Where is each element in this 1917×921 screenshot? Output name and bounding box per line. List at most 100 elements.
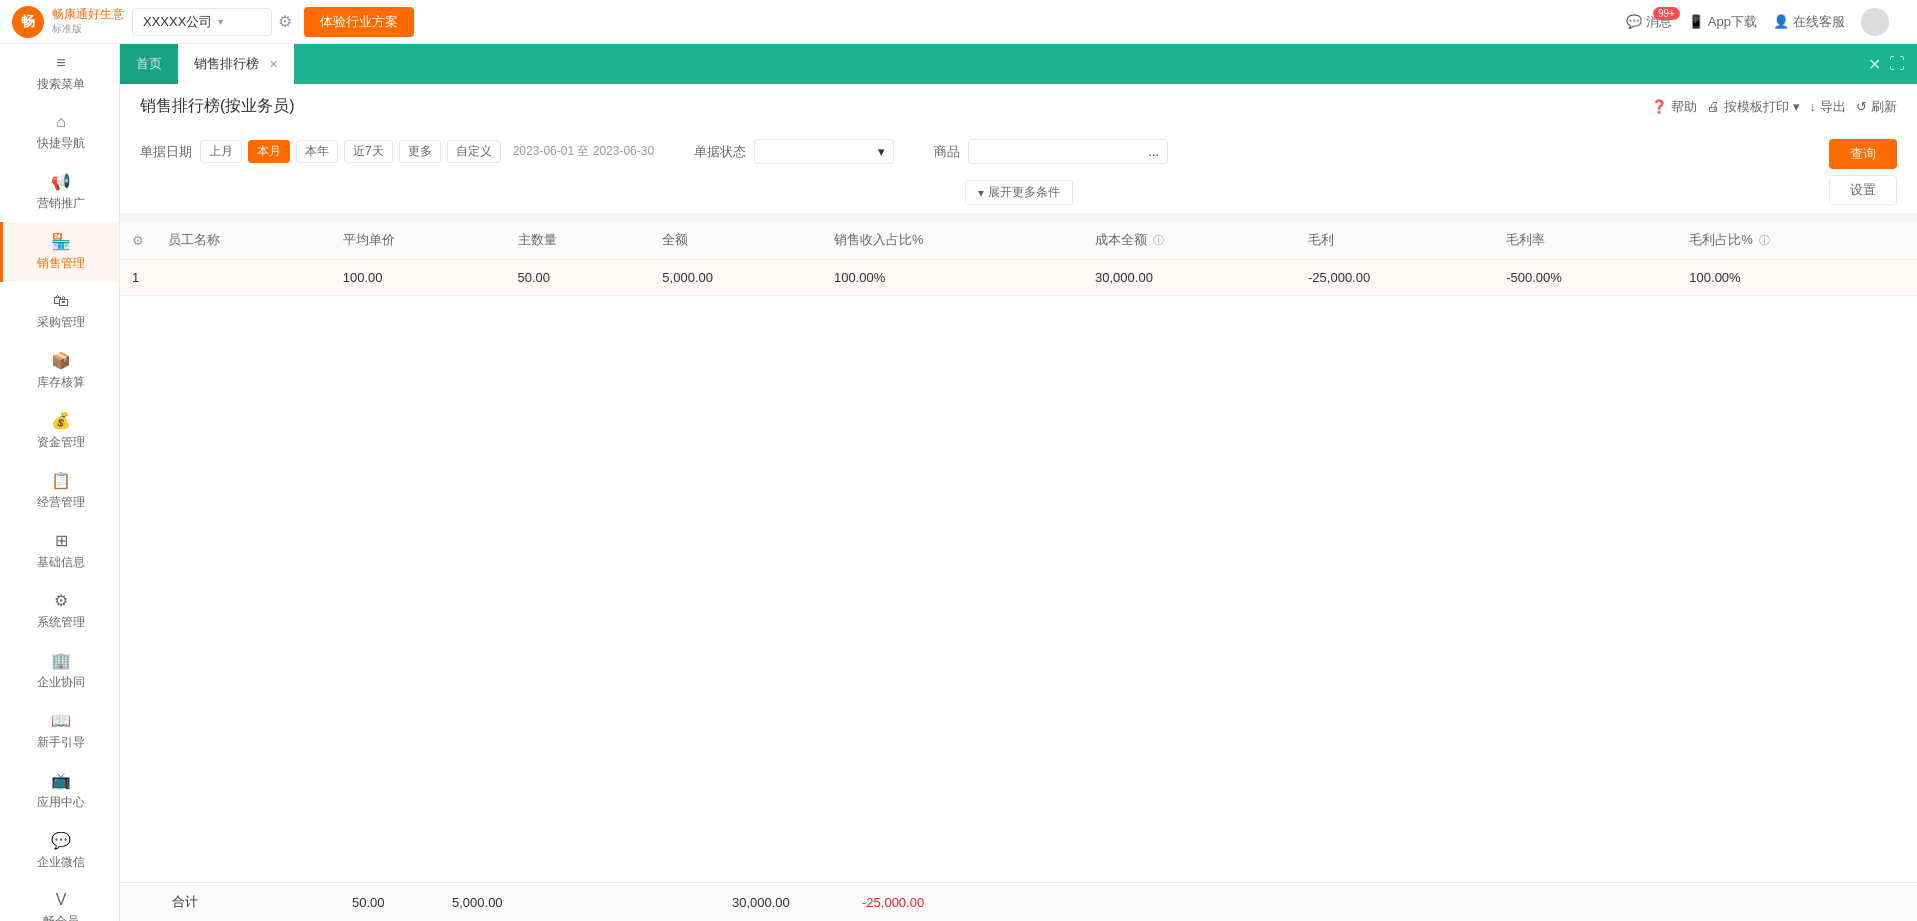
logo-icon: 畅 [12, 6, 44, 38]
tab-home[interactable]: 首页 [120, 44, 178, 84]
sidebar-label-marketing: 营销推广 [37, 195, 85, 212]
expand-row: ▾ 展开更多条件 [140, 172, 1897, 209]
gross-pct-help-icon[interactable]: ⓘ [1759, 234, 1770, 246]
th-gross: 毛利 [1296, 221, 1494, 260]
print-button[interactable]: 🖨 按模板打印 ▾ [1707, 98, 1800, 116]
sidebar-label-basic: 基础信息 [37, 554, 85, 571]
right-buttons: 查询 设置 [1829, 139, 1897, 205]
print-arrow-icon: ▾ [1793, 99, 1800, 114]
help-button[interactable]: ❓ 帮助 [1651, 98, 1697, 116]
date-btn-this-year[interactable]: 本年 [296, 140, 338, 163]
search-menu-icon: ≡ [56, 54, 65, 72]
sidebar-item-appstore[interactable]: 📺 应用中心 [0, 761, 119, 821]
tab-bar-right: ✕ ⛶ [1868, 55, 1917, 74]
settings-icon[interactable]: ⚙ [278, 12, 292, 31]
settings-button[interactable]: 设置 [1829, 175, 1897, 205]
th-settings: ⚙ [120, 221, 156, 260]
export-icon: ↓ [1810, 99, 1817, 114]
sidebar-item-operations[interactable]: 📋 经营管理 [0, 461, 119, 521]
sidebar-label-purchase: 采购管理 [37, 314, 85, 331]
purchase-icon: 🛍 [53, 292, 69, 310]
sidebar: ≡ 搜索菜单 ⌂ 快捷导航 📢 营销推广 🏪 销售管理 🛍 采购管理 📦 库存核… [0, 44, 120, 921]
date-btn-7days[interactable]: 近7天 [344, 140, 393, 163]
sales-rank-tab-label: 销售排行榜 [194, 55, 259, 73]
filter-line-1: 单据日期 上月 本月 本年 近7天 更多 自定义 2023-06-01 至 20… [140, 139, 1897, 164]
date-btn-last-month[interactable]: 上月 [200, 140, 242, 163]
message-button[interactable]: 💬 消息 99+ [1626, 13, 1672, 31]
sidebar-label-operations: 经营管理 [37, 494, 85, 511]
sidebar-label-quick-nav: 快捷导航 [37, 135, 85, 152]
th-avg-price: 平均单价 [331, 221, 506, 260]
logo-text: 畅康通好生意 [52, 7, 124, 23]
th-cost: 成本全额 ⓘ [1083, 221, 1296, 260]
refresh-button[interactable]: ↺ 刷新 [1856, 98, 1897, 116]
date-range: 2023-06-01 至 2023-06-30 [513, 143, 654, 160]
th-gross-rate: 毛利率 [1494, 221, 1677, 260]
home-tab-label: 首页 [136, 55, 162, 73]
appstore-icon: 📺 [51, 771, 71, 790]
footer-cost: 30,000.00 [732, 895, 862, 910]
sidebar-item-system[interactable]: ⚙ 系统管理 [0, 581, 119, 641]
sidebar-item-search[interactable]: ≡ 搜索菜单 [0, 44, 119, 103]
td-gross-pct: 100.00% [1677, 260, 1917, 296]
sales-icon: 🏪 [51, 232, 71, 251]
sidebar-item-member[interactable]: V 畅会员 [0, 881, 119, 921]
footer-gross: -25,000.00 [862, 895, 982, 910]
page-header: 销售排行榜(按业务员) ❓ 帮助 🖨 按模板打印 ▾ ↓ 导出 [120, 84, 1917, 129]
sidebar-item-finance[interactable]: 💰 资金管理 [0, 401, 119, 461]
table-row: 1 100.00 50.00 5,000.00 100.00% 30,000.0… [120, 260, 1917, 296]
table-settings-icon[interactable]: ⚙ [132, 233, 144, 248]
app-download-button[interactable]: 📱 App下载 [1688, 13, 1757, 31]
main-layout: ≡ 搜索菜单 ⌂ 快捷导航 📢 营销推广 🏪 销售管理 🛍 采购管理 📦 库存核… [0, 44, 1917, 921]
table-wrapper: ⚙ 员工名称 平均单价 主数量 全额 销售收入占比% 成本全额 ⓘ 毛利 [120, 221, 1917, 882]
logo-sub: 标准版 [52, 22, 124, 36]
tab-sales-rank[interactable]: 销售排行榜 ✕ [178, 44, 294, 84]
top-bar-right: 💬 消息 99+ 📱 App下载 👤 在线客服 [1626, 8, 1905, 36]
cost-help-icon[interactable]: ⓘ [1153, 234, 1164, 246]
th-qty: 主数量 [506, 221, 651, 260]
goods-more-icon: ... [1148, 144, 1159, 159]
expand-icon: ▾ [978, 186, 984, 200]
export-button[interactable]: ↓ 导出 [1810, 98, 1847, 116]
status-arrow-icon: ▾ [878, 144, 885, 159]
trial-button[interactable]: 体验行业方案 [304, 7, 414, 37]
date-btn-this-month[interactable]: 本月 [248, 140, 290, 163]
avatar[interactable] [1861, 8, 1889, 36]
goods-input[interactable]: ... [968, 139, 1168, 164]
service-icon: 👤 [1773, 14, 1789, 29]
sidebar-item-basic[interactable]: ⊞ 基础信息 [0, 521, 119, 581]
help-icon: ❓ [1651, 99, 1667, 114]
tab-close-icon[interactable]: ✕ [269, 58, 278, 71]
online-service-button[interactable]: 👤 在线客服 [1773, 13, 1845, 31]
td-avg-price: 100.00 [331, 260, 506, 296]
refresh-icon: ↺ [1856, 99, 1867, 114]
td-gross-rate: -500.00% [1494, 260, 1677, 296]
member-icon: V [56, 891, 67, 909]
sidebar-label-sales: 销售管理 [37, 255, 85, 272]
date-btn-more[interactable]: 更多 [399, 140, 441, 163]
status-select[interactable]: ▾ [754, 139, 894, 164]
td-gross: -25,000.00 [1296, 260, 1494, 296]
th-sales-pct: 销售收入占比% [822, 221, 1083, 260]
sidebar-item-wechat[interactable]: 💬 企业微信 [0, 821, 119, 881]
sidebar-item-guide[interactable]: 📖 新手引导 [0, 701, 119, 761]
tab-expand-btn[interactable]: ⛶ [1889, 55, 1905, 73]
td-amount: 5,000.00 [650, 260, 822, 296]
date-btn-custom[interactable]: 自定义 [447, 140, 501, 163]
sidebar-item-purchase[interactable]: 🛍 采购管理 [0, 282, 119, 341]
sidebar-item-enterprise[interactable]: 🏢 企业协同 [0, 641, 119, 701]
home-icon: ⌂ [56, 113, 66, 131]
query-button[interactable]: 查询 [1829, 139, 1897, 169]
td-sales-pct: 100.00% [822, 260, 1083, 296]
sidebar-item-sales[interactable]: 🏪 销售管理 [0, 222, 119, 282]
tab-close-btn[interactable]: ✕ [1868, 55, 1881, 74]
company-selector[interactable]: XXXXX公司 ▾ [132, 8, 272, 36]
sidebar-label-system: 系统管理 [37, 614, 85, 631]
page-title: 销售排行榜(按业务员) [140, 96, 295, 117]
wechat-icon: 💬 [51, 831, 71, 850]
sidebar-item-marketing[interactable]: 📢 营销推广 [0, 162, 119, 222]
footer-label: 合计 [172, 893, 352, 911]
sidebar-item-inventory[interactable]: 📦 库存核算 [0, 341, 119, 401]
sidebar-item-quick-nav[interactable]: ⌂ 快捷导航 [0, 103, 119, 162]
expand-button[interactable]: ▾ 展开更多条件 [965, 180, 1073, 205]
